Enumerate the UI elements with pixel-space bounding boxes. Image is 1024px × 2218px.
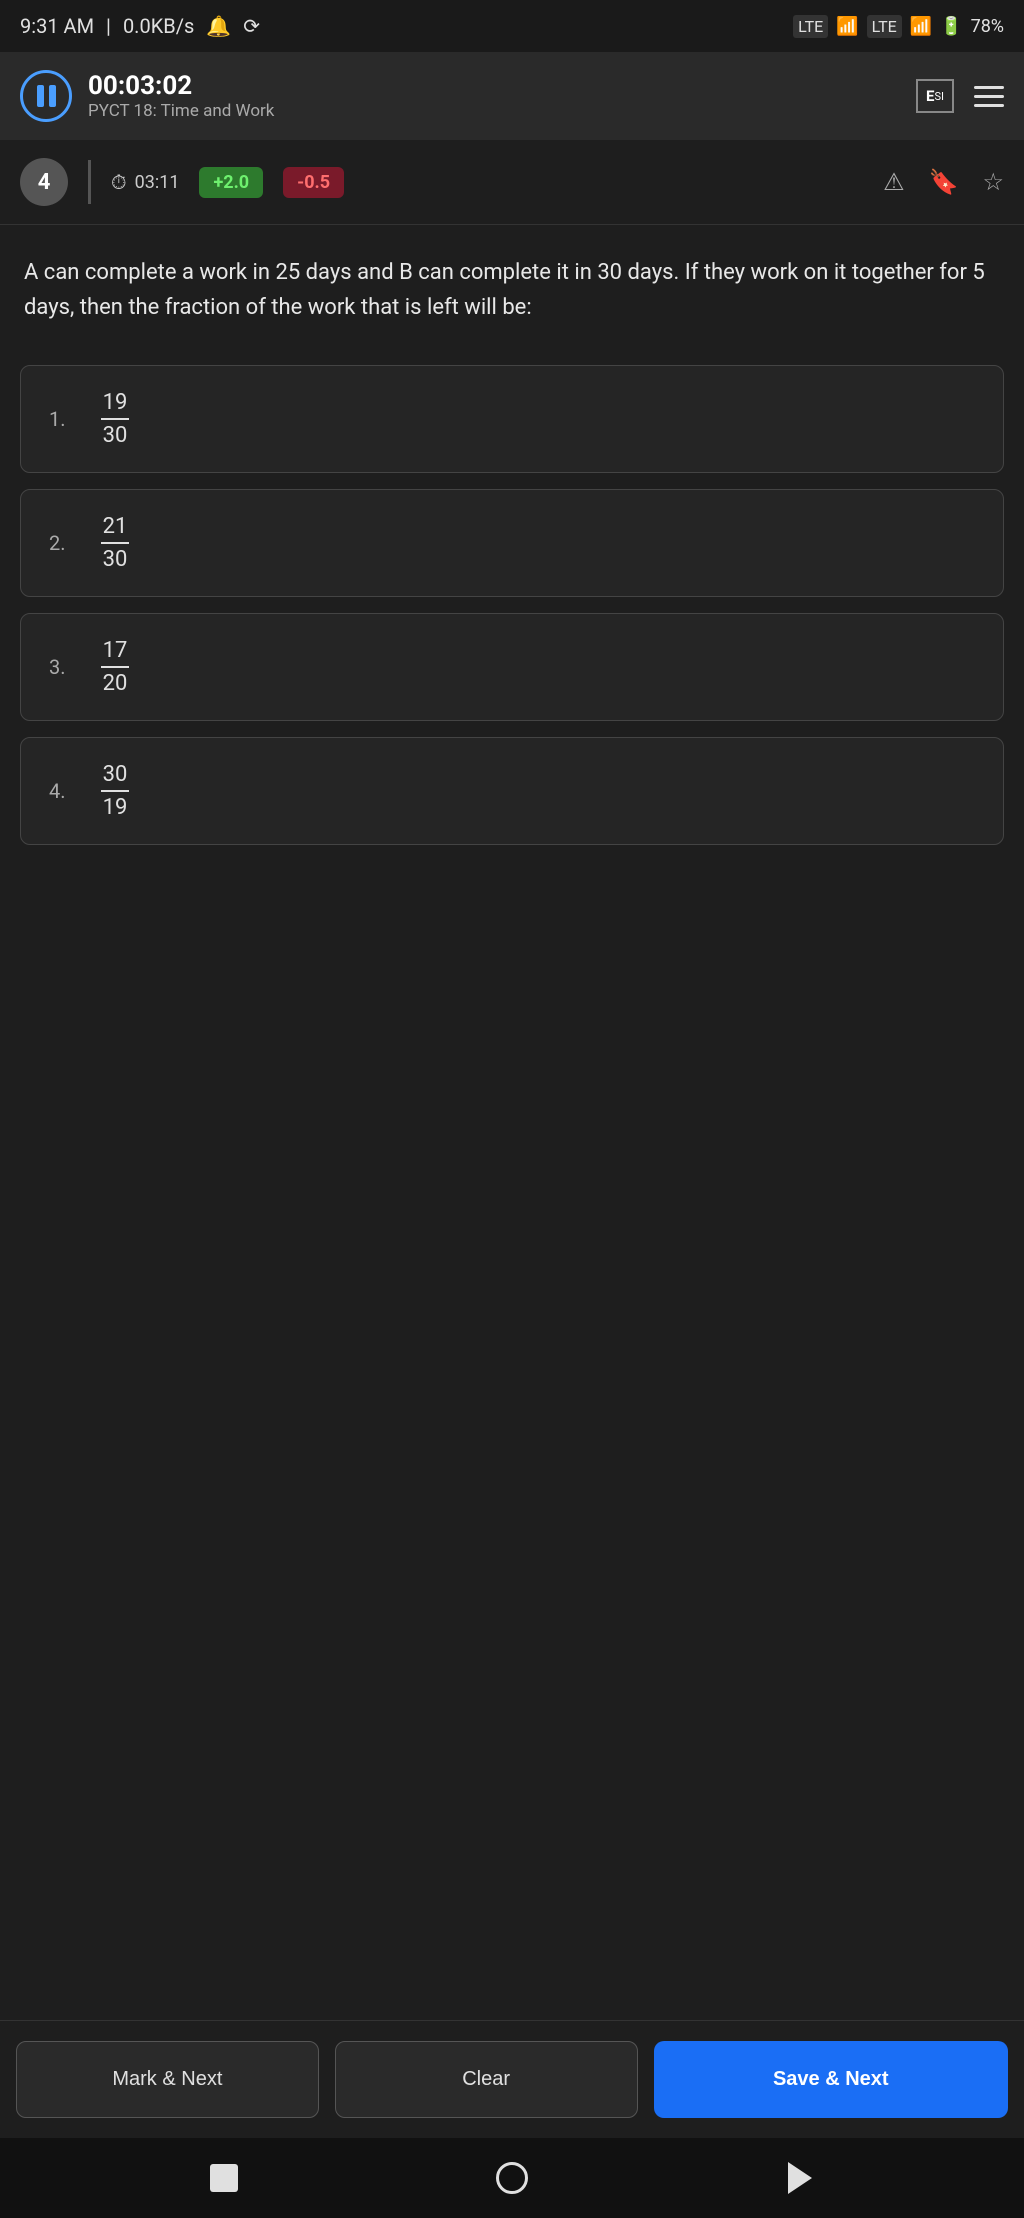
english-icon: E SI (916, 79, 954, 113)
option-4-number: 4. (49, 779, 81, 803)
timer-display: 00:03:02 (88, 71, 274, 101)
nav-home-button[interactable] (494, 2160, 530, 2196)
nav-back-icon (788, 2162, 812, 2194)
menu-button[interactable] (974, 86, 1004, 107)
option-3-number: 3. (49, 655, 81, 679)
nav-circle-icon (496, 2162, 528, 2194)
pause-button[interactable] (20, 70, 72, 122)
negative-mark-badge: -0.5 (283, 167, 344, 198)
status-network-speed: 0.0KB/s (123, 14, 194, 38)
lte2-icon: LTE (867, 15, 902, 38)
header-divider (88, 160, 91, 204)
warning-icon[interactable]: ⚠ (883, 168, 905, 196)
question-header: 4 ⏱ 03:11 +2.0 -0.5 ⚠ 🔖 ☆ (0, 140, 1024, 225)
clock-icon: ⏱ (111, 170, 127, 194)
bottom-buttons: Mark & Next Clear Save & Next (0, 2020, 1024, 2138)
option-4-denominator: 19 (101, 792, 129, 820)
option-2[interactable]: 2. 21 30 (20, 489, 1004, 597)
option-1[interactable]: 1. 19 30 (20, 365, 1004, 473)
option-1-numerator: 19 (101, 390, 129, 420)
status-network: | (106, 14, 111, 38)
option-2-numerator: 21 (101, 514, 129, 544)
option-2-fraction: 21 30 (101, 514, 129, 572)
top-bar-right: E SI (916, 79, 1004, 113)
option-4[interactable]: 4. 30 19 (20, 737, 1004, 845)
option-3-fraction: 17 20 (101, 638, 129, 696)
option-3[interactable]: 3. 17 20 (20, 613, 1004, 721)
options-container: 1. 19 30 2. 21 30 3. 17 20 4. 30 19 (0, 345, 1024, 1442)
option-3-numerator: 17 (101, 638, 129, 668)
battery-percent: 78% (971, 16, 1004, 37)
exam-title: PYCT 18: Time and Work (88, 101, 274, 121)
signal-icon: 📶 (836, 16, 858, 37)
question-body: A can complete a work in 25 days and B c… (0, 225, 1024, 345)
option-2-denominator: 30 (101, 544, 129, 572)
option-4-fraction: 30 19 (101, 762, 129, 820)
top-bar: 00:03:02 PYCT 18: Time and Work E SI (0, 52, 1024, 140)
question-time: 03:11 (135, 172, 180, 193)
status-right: LTE 📶 LTE 📶 🔋 78% (793, 15, 1004, 38)
option-4-numerator: 30 (101, 762, 129, 792)
timer-info: 00:03:02 PYCT 18: Time and Work (88, 71, 274, 121)
question-timer: ⏱ 03:11 (111, 170, 179, 194)
clear-button[interactable]: Clear (335, 2041, 638, 2118)
content-spacer (0, 1443, 1024, 2020)
status-time: 9:31 AM (20, 14, 94, 38)
si-label: SI (934, 90, 944, 103)
question-number: 4 (20, 158, 68, 206)
lte-icon: LTE (793, 15, 828, 38)
star-icon[interactable]: ☆ (982, 168, 1004, 196)
nav-square-icon (210, 2164, 238, 2192)
pause-icon (37, 85, 56, 107)
option-3-denominator: 20 (101, 668, 129, 696)
option-2-number: 2. (49, 531, 81, 555)
data-icon: ⟳ (243, 14, 260, 38)
correct-mark-badge: +2.0 (199, 167, 263, 198)
nav-bar (0, 2138, 1024, 2218)
nav-square-button[interactable] (206, 2160, 242, 2196)
status-left: 9:31 AM | 0.0KB/s 🔔 ⟳ (20, 14, 260, 38)
question-text: A can complete a work in 25 days and B c… (24, 260, 985, 320)
silent-icon: 🔔 (206, 14, 231, 38)
option-1-number: 1. (49, 407, 81, 431)
top-bar-left: 00:03:02 PYCT 18: Time and Work (20, 70, 274, 122)
battery-icon: 🔋 (940, 16, 962, 37)
option-1-fraction: 19 30 (101, 390, 129, 448)
english-label: E (926, 87, 934, 105)
option-1-denominator: 30 (101, 420, 129, 448)
nav-back-button[interactable] (782, 2160, 818, 2196)
bookmark-icon[interactable]: 🔖 (929, 168, 959, 196)
save-next-button[interactable]: Save & Next (654, 2041, 1009, 2118)
header-action-icons: ⚠ 🔖 ☆ (883, 168, 1004, 196)
status-bar: 9:31 AM | 0.0KB/s 🔔 ⟳ LTE 📶 LTE 📶 🔋 78% (0, 0, 1024, 52)
mark-next-button[interactable]: Mark & Next (16, 2041, 319, 2118)
signal2-icon: 📶 (910, 16, 932, 37)
